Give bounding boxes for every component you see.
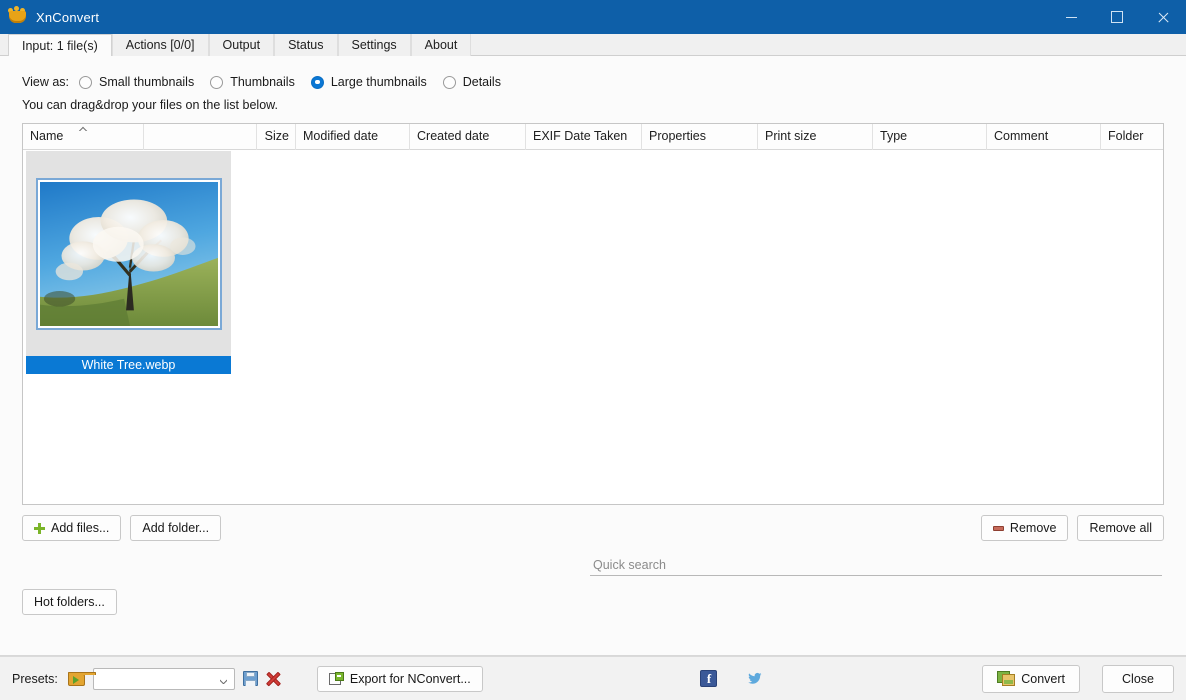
radio-large-thumbnails[interactable]: Large thumbnails bbox=[311, 75, 427, 89]
minimize-icon bbox=[1066, 17, 1077, 18]
column-header-blank[interactable] bbox=[144, 124, 257, 150]
close-button[interactable] bbox=[1140, 0, 1186, 34]
chevron-down-icon bbox=[220, 677, 227, 684]
close-dialog-label: Close bbox=[1122, 672, 1154, 686]
xnconvert-crown-icon bbox=[8, 7, 28, 27]
radio-small-thumbnails-indicator[interactable] bbox=[79, 76, 92, 89]
titlebar: XnConvert bbox=[0, 0, 1186, 34]
tab-status[interactable]: Status bbox=[274, 34, 337, 56]
tab-strip: Input: 1 file(s) Actions [0/0] Output St… bbox=[0, 34, 1186, 56]
file-list[interactable]: Name Size Modified date Created date EXI… bbox=[22, 123, 1164, 505]
column-header-print-size[interactable]: Print size bbox=[758, 124, 873, 150]
presets-label: Presets: bbox=[12, 672, 58, 686]
hot-folders-row: Hot folders... bbox=[22, 589, 1164, 615]
save-floppy-icon[interactable] bbox=[243, 671, 258, 686]
hot-folders-button[interactable]: Hot folders... bbox=[22, 589, 117, 615]
radio-thumbnails[interactable]: Thumbnails bbox=[210, 75, 295, 89]
radio-details-label: Details bbox=[463, 75, 501, 89]
radio-details[interactable]: Details bbox=[443, 75, 501, 89]
close-icon bbox=[1157, 11, 1169, 23]
column-header-created-date[interactable]: Created date bbox=[410, 124, 526, 150]
folder-open-icon[interactable] bbox=[68, 672, 85, 686]
radio-large-thumbnails-indicator[interactable] bbox=[311, 76, 324, 89]
hot-folders-label: Hot folders... bbox=[34, 595, 105, 609]
thumbnail-frame bbox=[36, 178, 222, 330]
remove-label: Remove bbox=[1010, 521, 1057, 535]
delete-red-x-icon[interactable] bbox=[266, 671, 281, 686]
convert-icon bbox=[997, 671, 1015, 686]
view-as-label: View as: bbox=[22, 75, 69, 89]
radio-details-indicator[interactable] bbox=[443, 76, 456, 89]
view-as-row: View as: Small thumbnails Thumbnails Lar… bbox=[22, 69, 1164, 95]
add-files-button[interactable]: Add files... bbox=[22, 515, 121, 541]
column-header-name-label: Name bbox=[30, 129, 63, 143]
column-header-modified-date[interactable]: Modified date bbox=[296, 124, 410, 150]
xnconvert-window: XnConvert Input: 1 file(s) Actions [0/0]… bbox=[0, 0, 1186, 700]
column-header-size[interactable]: Size bbox=[257, 124, 296, 150]
export-icon bbox=[329, 672, 344, 686]
statusbar: Presets: Export for NConvert... f bbox=[0, 656, 1186, 700]
tab-settings[interactable]: Settings bbox=[338, 34, 411, 56]
white-tree-blossom-photo bbox=[40, 182, 218, 326]
window-controls bbox=[1048, 0, 1186, 34]
add-folder-label: Add folder... bbox=[142, 521, 209, 535]
twitter-bird-glyph bbox=[747, 670, 764, 687]
convert-button[interactable]: Convert bbox=[982, 665, 1080, 693]
minimize-button[interactable] bbox=[1048, 0, 1094, 34]
file-list-header: Name Size Modified date Created date EXI… bbox=[23, 124, 1163, 150]
convert-label: Convert bbox=[1021, 672, 1065, 686]
tab-output[interactable]: Output bbox=[209, 34, 275, 56]
maximize-button[interactable] bbox=[1094, 0, 1140, 34]
file-list-actions: Add files... Add folder... Remove Remove… bbox=[22, 515, 1164, 541]
column-header-properties[interactable]: Properties bbox=[642, 124, 758, 150]
column-header-type[interactable]: Type bbox=[873, 124, 987, 150]
add-folder-button[interactable]: Add folder... bbox=[130, 515, 221, 541]
remove-all-label: Remove all bbox=[1089, 521, 1152, 535]
maximize-icon bbox=[1111, 11, 1123, 23]
search-input[interactable] bbox=[590, 555, 1162, 576]
preset-select[interactable] bbox=[93, 668, 235, 690]
window-title: XnConvert bbox=[36, 10, 99, 25]
list-item-label[interactable]: White Tree.webp bbox=[26, 356, 231, 374]
column-header-folder[interactable]: Folder bbox=[1101, 124, 1164, 150]
plus-icon bbox=[34, 523, 45, 534]
close-dialog-button[interactable]: Close bbox=[1102, 665, 1174, 693]
minus-icon bbox=[993, 526, 1004, 531]
tab-actions[interactable]: Actions [0/0] bbox=[112, 34, 209, 56]
remove-all-button[interactable]: Remove all bbox=[1077, 515, 1164, 541]
export-nconvert-button[interactable]: Export for NConvert... bbox=[317, 666, 483, 692]
radio-thumbnails-label: Thumbnails bbox=[230, 75, 295, 89]
remove-button[interactable]: Remove bbox=[981, 515, 1069, 541]
add-files-label: Add files... bbox=[51, 521, 109, 535]
radio-small-thumbnails-label: Small thumbnails bbox=[99, 75, 194, 89]
quick-search-row bbox=[22, 555, 1164, 577]
tab-input[interactable]: Input: 1 file(s) bbox=[8, 34, 112, 56]
list-item[interactable]: White Tree.webp bbox=[26, 151, 231, 374]
sort-ascending-icon bbox=[79, 125, 88, 131]
radio-large-thumbnails-label: Large thumbnails bbox=[331, 75, 427, 89]
column-header-comment[interactable]: Comment bbox=[987, 124, 1101, 150]
facebook-icon[interactable]: f bbox=[700, 670, 717, 687]
export-nconvert-label: Export for NConvert... bbox=[350, 672, 471, 686]
input-panel: View as: Small thumbnails Thumbnails Lar… bbox=[0, 56, 1186, 656]
column-header-exif-date-taken[interactable]: EXIF Date Taken bbox=[526, 124, 642, 150]
column-header-name[interactable]: Name bbox=[23, 124, 144, 150]
radio-thumbnails-indicator[interactable] bbox=[210, 76, 223, 89]
thumbnail-container bbox=[26, 151, 231, 356]
tab-about[interactable]: About bbox=[411, 34, 472, 56]
twitter-bird-icon[interactable] bbox=[747, 670, 764, 687]
radio-small-thumbnails[interactable]: Small thumbnails bbox=[79, 75, 194, 89]
dragdrop-hint: You can drag&drop your files on the list… bbox=[22, 98, 1164, 112]
